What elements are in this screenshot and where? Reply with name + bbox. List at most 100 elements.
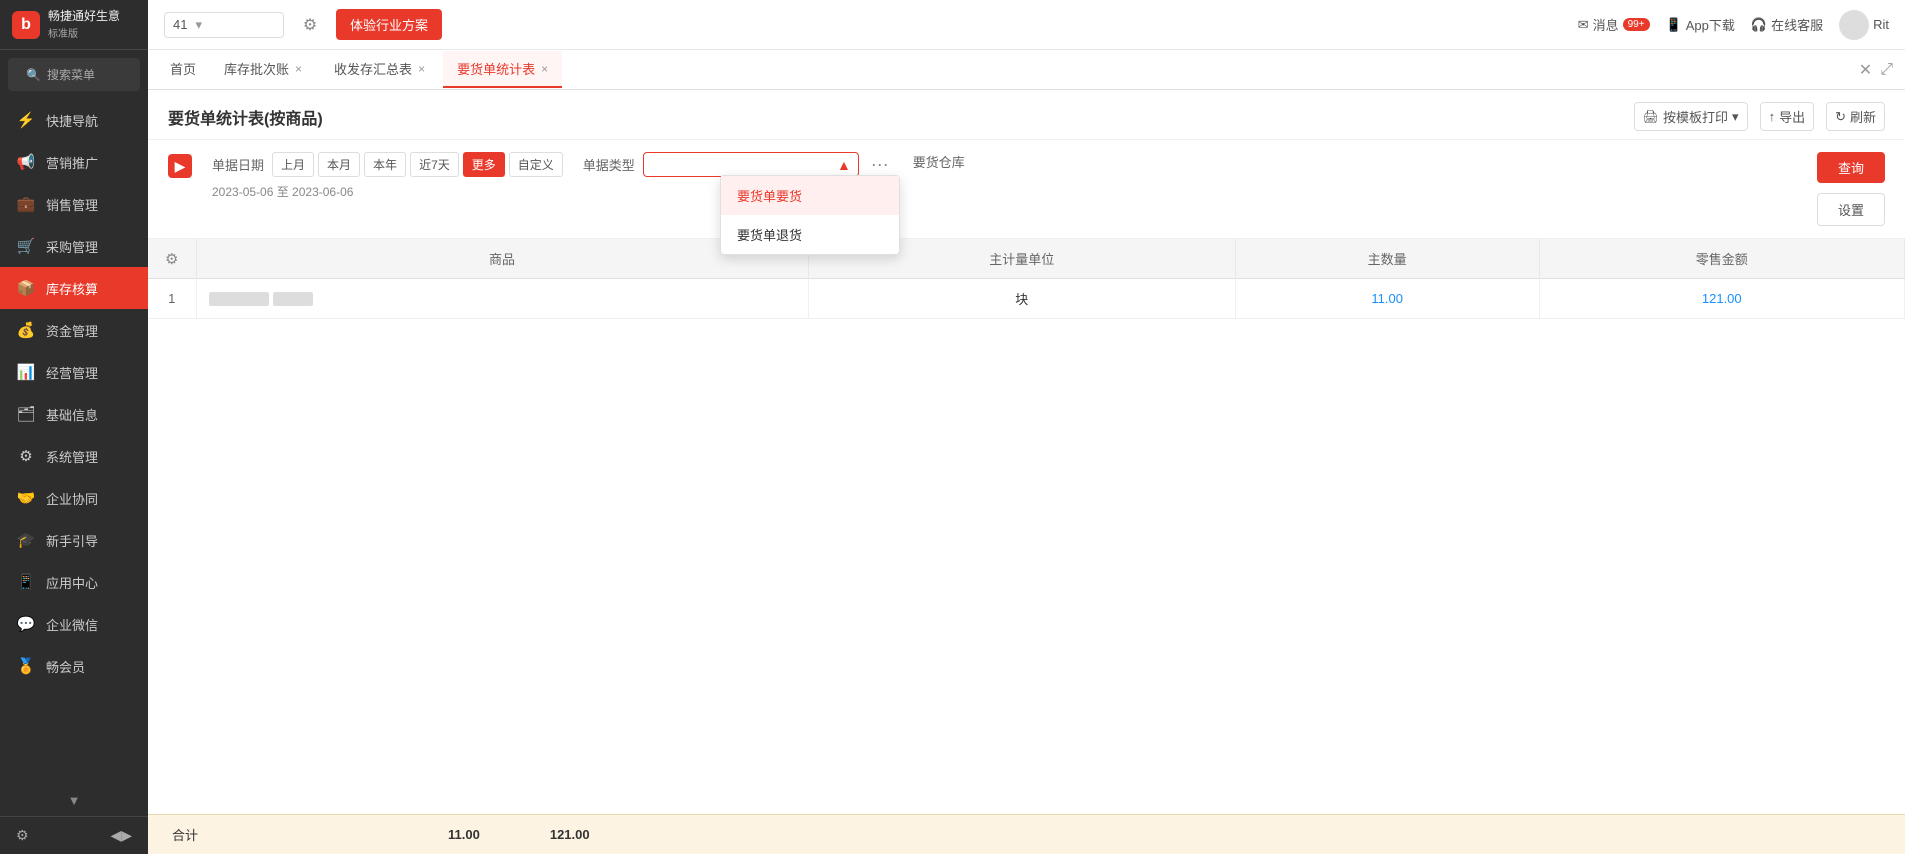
sidebar-item-enterprise[interactable]: 🤝 企业协同	[0, 477, 148, 519]
sidebar-search[interactable]: 🔍 搜索菜单	[8, 58, 140, 91]
sidebar-item-purchase[interactable]: 🛒 采购管理	[0, 225, 148, 267]
sidebar-item-guide[interactable]: 🎓 新手引导	[0, 519, 148, 561]
footer-totals: 11.00 121.00	[238, 827, 590, 842]
page-content: 要货单统计表(按商品) 🖨 按模板打印 ▾ ↑ 导出 ↻ 刷新 ▶	[148, 90, 1905, 854]
tab-order-summary[interactable]: 要货单统计表 ×	[443, 51, 562, 88]
dropdown-option-order[interactable]: 要货单要货	[721, 176, 899, 215]
app-download-btn[interactable]: 📱 App下载	[1666, 15, 1735, 34]
row-num: 1	[148, 279, 196, 319]
guide-icon: 🎓	[16, 530, 36, 550]
data-table-wrap: ⚙ 商品 主计量单位 主数量 零售金额 1	[148, 239, 1905, 814]
company-selector[interactable]: 41 ▾	[164, 12, 284, 38]
sidebar: b 畅捷通好生意 标准版 🔍 搜索菜单 ⚡ 快捷导航 📢 营销推广 💼 销售管理…	[0, 0, 148, 854]
col-settings: ⚙	[148, 239, 196, 279]
sidebar-scroll-down[interactable]: ▼	[0, 785, 148, 816]
date-filter-label: 单据日期	[212, 155, 264, 174]
export-btn[interactable]: ↑ 导出	[1760, 102, 1815, 131]
industry-btn[interactable]: 体验行业方案	[336, 9, 442, 40]
collapse-btn[interactable]: ◀▶	[110, 827, 132, 844]
product-placeholder-1	[209, 292, 269, 306]
sidebar-item-sales[interactable]: 💼 销售管理	[0, 183, 148, 225]
footer-qty-col: 11.00	[448, 827, 480, 842]
sidebar-item-inventory[interactable]: 📦 库存核算	[0, 267, 148, 309]
table-header-row: ⚙ 商品 主计量单位 主数量 零售金额	[148, 239, 1905, 279]
date-last-7-days-btn[interactable]: 近7天	[410, 152, 459, 177]
company-chevron-icon: ▾	[195, 17, 202, 33]
finance-icon: 💰	[16, 320, 36, 340]
date-more-btn[interactable]: 更多	[463, 152, 505, 177]
message-icon: ✉	[1578, 17, 1589, 33]
filter-date-row: 单据日期 上月 本月 本年 近7天 更多 自定义	[212, 152, 563, 177]
online-service-btn[interactable]: 🎧 在线客服	[1751, 15, 1823, 34]
col-product: 商品	[196, 239, 808, 279]
amount-link[interactable]: 121.00	[1702, 291, 1742, 306]
notifications-btn[interactable]: ✉ 消息 99+	[1578, 15, 1650, 34]
app-logo-icon: b	[12, 11, 40, 39]
type-dropdown-menu: 要货单要货 要货单退货	[720, 175, 900, 255]
sidebar-item-operations[interactable]: 📊 经营管理	[0, 351, 148, 393]
notification-badge: 99+	[1623, 18, 1650, 31]
tab-inventory-batch[interactable]: 库存批次账 ×	[210, 51, 316, 88]
marketing-icon: 📢	[16, 152, 36, 172]
company-name: 41	[173, 17, 187, 32]
type-filter-input[interactable]	[643, 152, 859, 177]
type-more-options-btn[interactable]: ···	[867, 154, 893, 175]
filter-type-row: 单据类型 ▲ ···	[583, 152, 893, 177]
row-amount: 121.00	[1539, 279, 1904, 319]
row-unit: 块	[808, 279, 1235, 319]
sidebar-item-quicknav[interactable]: ⚡ 快捷导航	[0, 99, 148, 141]
app-logo-text: 畅捷通好生意 标准版	[48, 9, 120, 40]
sidebar-item-marketing[interactable]: 📢 营销推广	[0, 141, 148, 183]
member-icon: 🏅	[16, 656, 36, 676]
sidebar-item-basics[interactable]: 🗂 基础信息	[0, 393, 148, 435]
filter-date-range-row: 2023-05-06 至 2023-06-06	[212, 183, 563, 200]
settings-gear-btn[interactable]: ⚙	[296, 11, 324, 39]
tab-close-collect-summary[interactable]: ×	[418, 62, 425, 76]
filter-settings-btn[interactable]: 设置	[1817, 193, 1885, 226]
tab-collect-summary[interactable]: 收发存汇总表 ×	[320, 51, 439, 88]
row-qty: 11.00	[1235, 279, 1539, 319]
print-dropdown-icon: ▾	[1732, 109, 1739, 125]
footer-label: 合计	[160, 825, 198, 844]
filter-date-group: 单据日期 上月 本月 本年 近7天 更多 自定义 2023-05-06 至 20…	[212, 152, 563, 200]
footer-amount-value: 121.00	[550, 827, 590, 842]
date-custom-btn[interactable]: 自定义	[509, 152, 563, 177]
table-footer: 合计 11.00 121.00	[148, 814, 1905, 854]
type-filter-label: 单据类型	[583, 155, 635, 174]
apps-icon: 📱	[16, 572, 36, 592]
user-avatar-area[interactable]: Rit	[1839, 10, 1889, 40]
sidebar-item-member[interactable]: 🏅 畅会员	[0, 645, 148, 687]
product-cell	[209, 292, 796, 306]
date-last-month-btn[interactable]: 上月	[272, 152, 314, 177]
tabbar: 首页 库存批次账 × 收发存汇总表 × 要货单统计表 × ✕ ⤢	[148, 50, 1905, 90]
filter-warehouse-group: 要货仓库	[913, 152, 965, 171]
print-btn[interactable]: 🖨 按模板打印 ▾	[1634, 102, 1748, 131]
row-product	[196, 279, 808, 319]
date-this-year-btn[interactable]: 本年	[364, 152, 406, 177]
table-settings-gear-icon[interactable]: ⚙	[165, 251, 178, 268]
qty-link[interactable]: 11.00	[1371, 291, 1403, 306]
sidebar-item-wechat[interactable]: 💬 企业微信	[0, 603, 148, 645]
filter-type-group: 单据类型 ▲ ···	[583, 152, 893, 177]
tab-close-order-summary[interactable]: ×	[541, 62, 548, 76]
sidebar-item-apps[interactable]: 📱 应用中心	[0, 561, 148, 603]
sidebar-item-system[interactable]: ⚙ 系统管理	[0, 435, 148, 477]
close-all-tabs-btn[interactable]: ✕	[1859, 60, 1872, 80]
date-buttons: 上月 本月 本年 近7天 更多 自定义	[272, 152, 563, 177]
date-this-month-btn[interactable]: 本月	[318, 152, 360, 177]
tab-home[interactable]: 首页	[160, 51, 206, 88]
refresh-btn[interactable]: ↻ 刷新	[1826, 102, 1885, 131]
expand-tabs-btn[interactable]: ⤢	[1880, 61, 1893, 79]
operations-icon: 📊	[16, 362, 36, 382]
tabbar-actions: ✕ ⤢	[1859, 60, 1893, 80]
settings-footer-btn[interactable]: ⚙	[16, 827, 29, 844]
type-dropdown-icon[interactable]: ▲	[837, 157, 851, 173]
query-btn[interactable]: 查询	[1817, 152, 1885, 183]
tab-close-inventory-batch[interactable]: ×	[295, 62, 302, 76]
dropdown-option-return[interactable]: 要货单退货	[721, 215, 899, 254]
sidebar-logo: b 畅捷通好生意 标准版	[0, 0, 148, 50]
sidebar-item-finance[interactable]: 💰 资金管理	[0, 309, 148, 351]
main-content: 41 ▾ ⚙ 体验行业方案 ✉ 消息 99+ 📱 App下载 🎧 在线客服 R	[148, 0, 1905, 854]
filter-expand-btn[interactable]: ▶	[168, 154, 192, 178]
col-qty: 主数量	[1235, 239, 1539, 279]
